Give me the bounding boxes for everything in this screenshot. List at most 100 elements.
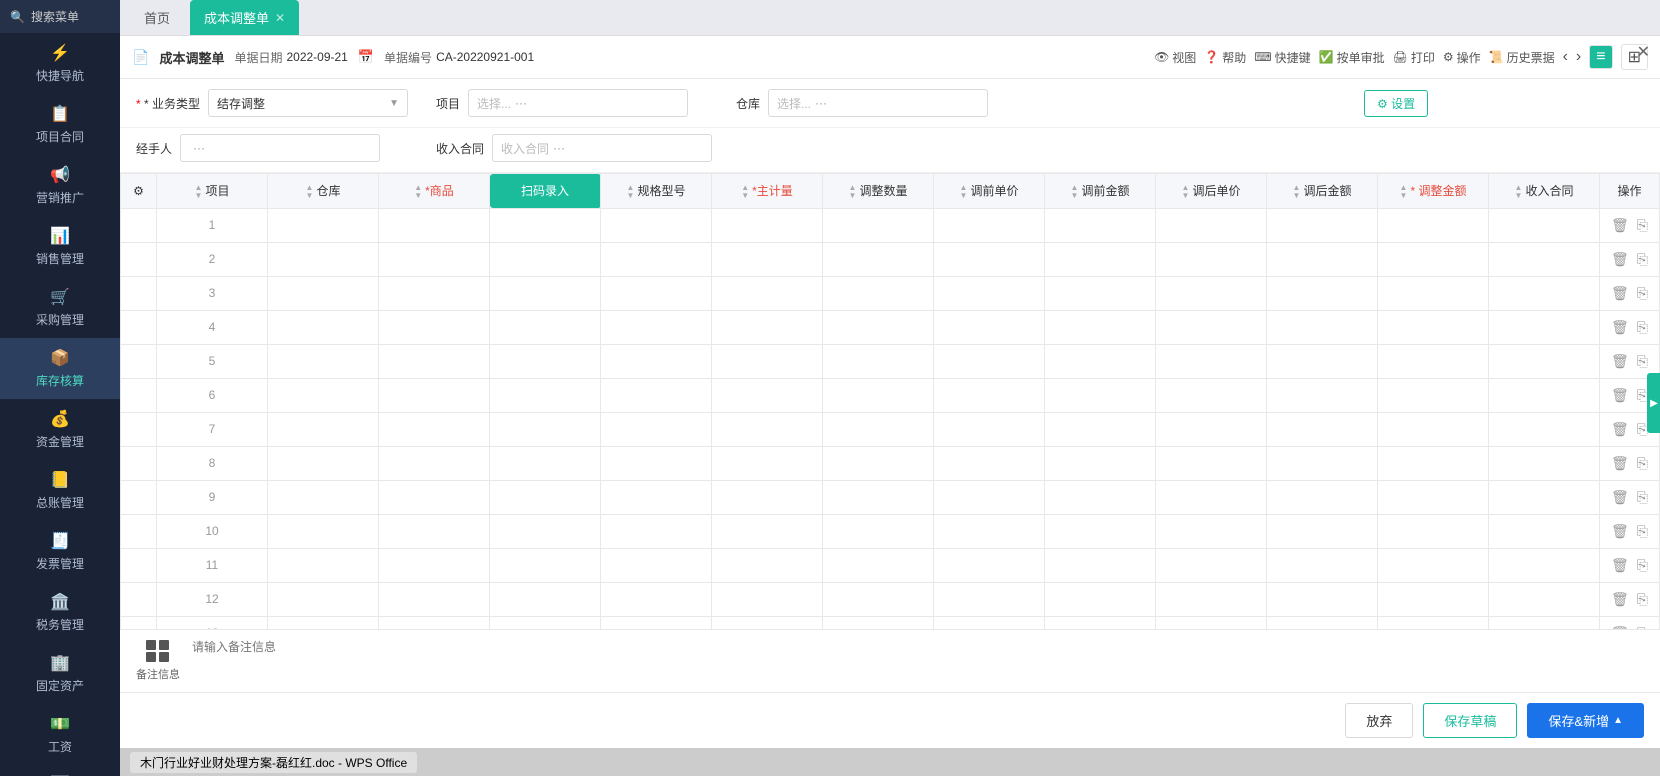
cell-row11-col10[interactable]: [1378, 548, 1489, 582]
cell-row10-col6[interactable]: [934, 514, 1045, 548]
print-btn[interactable]: 🖨 打印: [1393, 49, 1435, 66]
cell-row3-col9[interactable]: [1267, 276, 1378, 310]
income-contract-input[interactable]: 收入合同 ···: [492, 134, 712, 162]
row-copy-btn-1[interactable]: ⎘: [1635, 215, 1650, 236]
row-copy-btn-13[interactable]: ⎘: [1635, 623, 1650, 629]
cell-row4-col4[interactable]: [712, 310, 823, 344]
cell-row13-col8[interactable]: [1156, 616, 1267, 629]
cell-row7-col2[interactable]: [490, 412, 601, 446]
sidebar-item-fund-mgmt[interactable]: 💰资金管理: [0, 399, 120, 460]
cell-row2-col11[interactable]: [1489, 242, 1600, 276]
cell-row8-col0[interactable]: [268, 446, 379, 480]
cell-row3-col5[interactable]: [823, 276, 934, 310]
cell-row11-col0[interactable]: [268, 548, 379, 582]
row-delete-btn-3[interactable]: 🗑: [1609, 283, 1631, 304]
sidebar-item-ops-mgmt[interactable]: 📈经营管理: [0, 765, 120, 776]
cell-row12-col1[interactable]: [379, 582, 490, 616]
cell-row11-col8[interactable]: [1156, 548, 1267, 582]
cell-row3-col2[interactable]: [490, 276, 601, 310]
notes-input[interactable]: [192, 640, 1644, 654]
cell-row7-col9[interactable]: [1267, 412, 1378, 446]
sort-product[interactable]: ▲▼: [414, 184, 422, 200]
cell-row12-col3[interactable]: [601, 582, 712, 616]
tab-close-cost-adjust[interactable]: ✕: [275, 11, 285, 25]
list-view-btn[interactable]: ≡: [1589, 45, 1612, 69]
cell-row2-col1[interactable]: [379, 242, 490, 276]
cell-row9-col5[interactable]: [823, 480, 934, 514]
warehouse-input[interactable]: 选择... ···: [768, 89, 988, 117]
row-delete-btn-4[interactable]: 🗑: [1609, 317, 1631, 338]
cell-row6-col10[interactable]: [1378, 378, 1489, 412]
row-copy-btn-8[interactable]: ⎘: [1635, 453, 1650, 474]
cell-row9-col10[interactable]: [1378, 480, 1489, 514]
cell-row4-col9[interactable]: [1267, 310, 1378, 344]
handler-input[interactable]: ···: [180, 134, 380, 162]
sort-warehouse[interactable]: ▲▼: [306, 184, 314, 200]
cell-row9-col4[interactable]: [712, 480, 823, 514]
cell-row10-col0[interactable]: [268, 514, 379, 548]
sort-adj-amount[interactable]: ▲▼: [1400, 184, 1408, 200]
cell-row12-col10[interactable]: [1378, 582, 1489, 616]
sidebar-item-inventory-calc[interactable]: 📦库存核算: [0, 338, 120, 399]
sort-before-amount[interactable]: ▲▼: [1071, 184, 1079, 200]
row-copy-btn-5[interactable]: ⎘: [1635, 351, 1650, 372]
history-btn[interactable]: 📜 历史票据: [1489, 49, 1555, 66]
date-edit-icon[interactable]: 📅: [358, 49, 374, 65]
cell-row7-col6[interactable]: [934, 412, 1045, 446]
cell-row9-col0[interactable]: [268, 480, 379, 514]
cell-row8-col3[interactable]: [601, 446, 712, 480]
shortcut-btn[interactable]: ⌨ 快捷键: [1254, 49, 1310, 66]
cell-row6-col5[interactable]: [823, 378, 934, 412]
cell-row8-col2[interactable]: [490, 446, 601, 480]
sidebar-item-ledger-mgmt[interactable]: 📒总账管理: [0, 460, 120, 521]
row-delete-btn-13[interactable]: 🗑: [1609, 623, 1631, 629]
cell-row11-col5[interactable]: [823, 548, 934, 582]
sidebar-item-fixed-assets[interactable]: 🏢固定资产: [0, 643, 120, 704]
cell-row13-col10[interactable]: [1378, 616, 1489, 629]
cell-row1-col0[interactable]: [268, 208, 379, 242]
sidebar-item-sales-promo[interactable]: 📢营销推广: [0, 155, 120, 216]
cell-row7-col3[interactable]: [601, 412, 712, 446]
cell-row8-col9[interactable]: [1267, 446, 1378, 480]
cell-row2-col2[interactable]: [490, 242, 601, 276]
row-delete-btn-5[interactable]: 🗑: [1609, 351, 1631, 372]
cell-row11-col7[interactable]: [1045, 548, 1156, 582]
cell-row13-col11[interactable]: [1489, 616, 1600, 629]
close-window-btn[interactable]: ✕: [1637, 42, 1650, 62]
cell-row6-col6[interactable]: [934, 378, 1045, 412]
cell-row11-col9[interactable]: [1267, 548, 1378, 582]
sidebar-item-purchase-mgmt[interactable]: 🛒采购管理: [0, 277, 120, 338]
cell-row8-col8[interactable]: [1156, 446, 1267, 480]
row-delete-btn-12[interactable]: 🗑: [1609, 589, 1631, 610]
cell-row1-col5[interactable]: [823, 208, 934, 242]
cell-row4-col11[interactable]: [1489, 310, 1600, 344]
next-btn[interactable]: ›: [1576, 48, 1581, 66]
sort-after-amount[interactable]: ▲▼: [1293, 184, 1301, 200]
cell-row13-col7[interactable]: [1045, 616, 1156, 629]
cell-row6-col0[interactable]: [268, 378, 379, 412]
cell-row5-col10[interactable]: [1378, 344, 1489, 378]
row-copy-btn-11[interactable]: ⎘: [1635, 555, 1650, 576]
cell-row2-col10[interactable]: [1378, 242, 1489, 276]
cell-row6-col8[interactable]: [1156, 378, 1267, 412]
cell-row1-col8[interactable]: [1156, 208, 1267, 242]
row-copy-btn-4[interactable]: ⎘: [1635, 317, 1650, 338]
cell-row4-col5[interactable]: [823, 310, 934, 344]
sidebar-item-payroll[interactable]: 💵工资: [0, 704, 120, 765]
cell-row4-col6[interactable]: [934, 310, 1045, 344]
cell-row13-col9[interactable]: [1267, 616, 1378, 629]
cell-row9-col1[interactable]: [379, 480, 490, 514]
cell-row7-col4[interactable]: [712, 412, 823, 446]
cell-row6-col2[interactable]: [490, 378, 601, 412]
cell-row11-col11[interactable]: [1489, 548, 1600, 582]
sidebar-item-sales-mgmt[interactable]: 📊销售管理: [0, 216, 120, 277]
sort-spec[interactable]: ▲▼: [627, 184, 635, 200]
cell-row9-col8[interactable]: [1156, 480, 1267, 514]
cell-row6-col9[interactable]: [1267, 378, 1378, 412]
cell-row11-col1[interactable]: [379, 548, 490, 582]
review-btn[interactable]: ✅ 按单审批: [1319, 49, 1385, 66]
col-header-scan[interactable]: 扫码录入: [490, 174, 601, 209]
row-delete-btn-2[interactable]: 🗑: [1609, 249, 1631, 270]
cell-row3-col3[interactable]: [601, 276, 712, 310]
col-header-settings[interactable]: ⚙: [121, 174, 157, 209]
